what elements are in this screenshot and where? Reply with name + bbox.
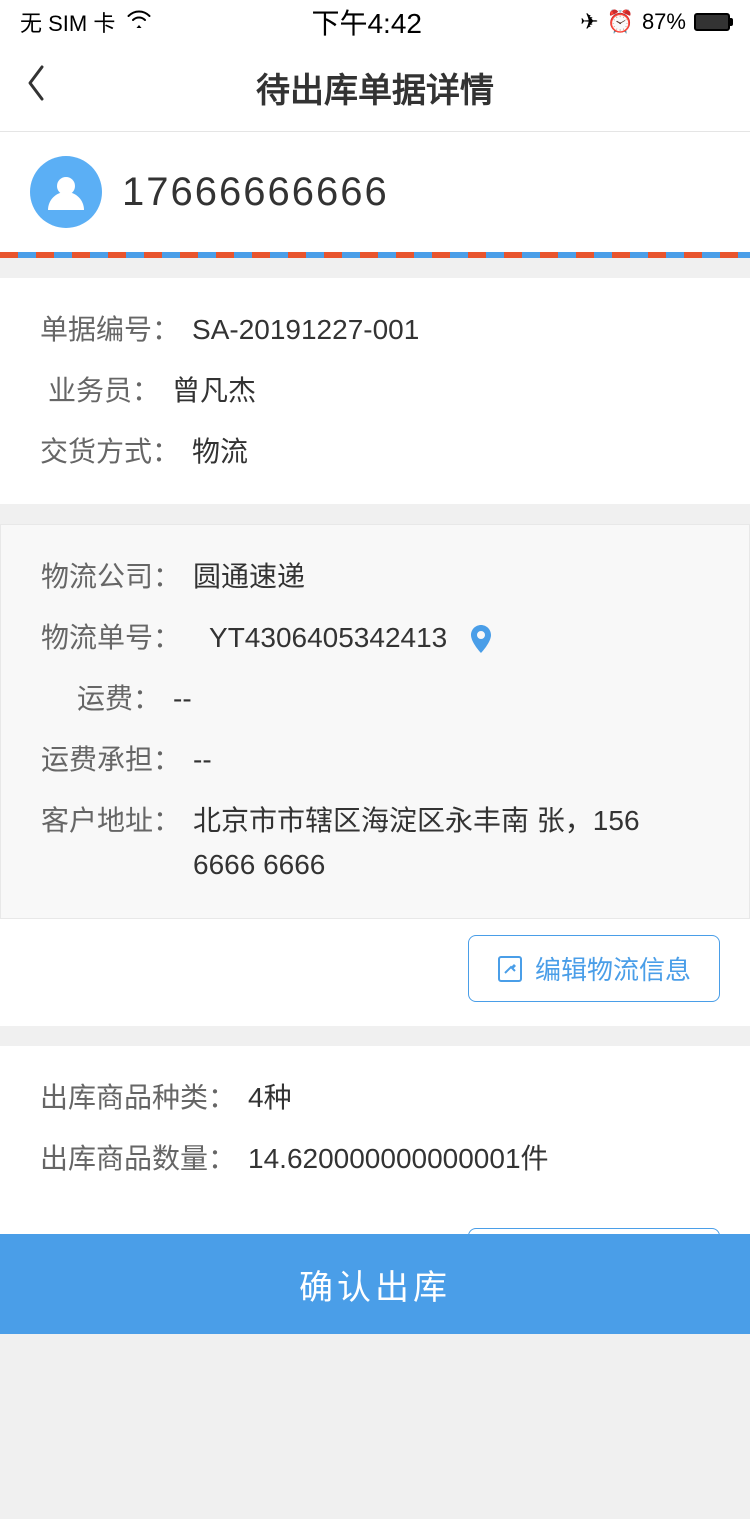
goods-types-row: 出库商品种类： 4种 bbox=[40, 1076, 710, 1121]
dashed-divider bbox=[0, 252, 750, 258]
status-left: 无 SIM 卡 bbox=[20, 6, 153, 38]
address-value: 北京市市辖区海淀区永丰南 张，156 6666 6666 bbox=[193, 799, 709, 889]
status-time: 下午4:42 bbox=[311, 2, 422, 42]
freight-bearer-label: 运费承担： bbox=[41, 738, 181, 783]
nav-bar: 待出库单据详情 bbox=[0, 44, 750, 132]
freight-label: 运费： bbox=[41, 677, 161, 722]
bottom-space bbox=[0, 1319, 750, 1519]
goods-quantity-row: 出库商品数量： 14.620000000000001件 bbox=[40, 1137, 710, 1182]
address-row: 客户地址： 北京市市辖区海淀区永丰南 张，156 6666 6666 bbox=[41, 799, 709, 889]
salesman-value: 曾凡杰 bbox=[172, 369, 710, 414]
section-separator bbox=[0, 1026, 750, 1046]
delivery-row: 交货方式： 物流 bbox=[40, 430, 710, 475]
document-number-value: SA-20191227-001 bbox=[192, 308, 710, 353]
location-status-icon: ✈ bbox=[580, 9, 598, 35]
goods-quantity-value: 14.620000000000001件 bbox=[248, 1137, 710, 1182]
delivery-value: 物流 bbox=[192, 430, 710, 475]
goods-quantity-label: 出库商品数量： bbox=[40, 1137, 236, 1182]
tracking-number-value: YT4306405342413 bbox=[209, 616, 447, 661]
logistics-company-value: 圆通速递 bbox=[193, 555, 709, 600]
goods-types-value: 4种 bbox=[248, 1076, 710, 1121]
confirm-button[interactable]: 确认出库 bbox=[0, 1234, 750, 1334]
status-right: ✈ ⏰ 87% bbox=[580, 9, 730, 35]
freight-bearer-row: 运费承担： -- bbox=[41, 738, 709, 783]
freight-bearer-value: -- bbox=[193, 738, 709, 783]
salesman-label: 业务员： bbox=[40, 369, 160, 414]
goods-card: 出库商品种类： 4种 出库商品数量： 14.620000000000001件 bbox=[0, 1046, 750, 1212]
user-section: 17666666666 bbox=[0, 132, 750, 252]
page-title: 待出库单据详情 bbox=[256, 63, 494, 112]
wifi-icon bbox=[125, 9, 153, 35]
document-number-label: 单据编号： bbox=[40, 308, 180, 353]
carrier-text: 无 SIM 卡 bbox=[20, 6, 115, 38]
goods-types-label: 出库商品种类： bbox=[40, 1076, 236, 1121]
location-icon[interactable] bbox=[463, 621, 499, 657]
status-bar: 无 SIM 卡 下午4:42 ✈ ⏰ 87% bbox=[0, 0, 750, 44]
alarm-icon: ⏰ bbox=[607, 9, 634, 35]
avatar bbox=[30, 156, 102, 228]
logistics-company-label: 物流公司： bbox=[41, 555, 181, 600]
freight-row: 运费： -- bbox=[41, 677, 709, 722]
document-number-row: 单据编号： SA-20191227-001 bbox=[40, 308, 710, 353]
edit-logistics-label: 编辑物流信息 bbox=[535, 950, 691, 987]
salesman-row: 业务员： 曾凡杰 bbox=[40, 369, 710, 414]
user-phone: 17666666666 bbox=[122, 170, 389, 215]
edit-logistics-button[interactable]: 编辑物流信息 bbox=[468, 935, 720, 1002]
battery-text: 87% bbox=[642, 9, 686, 35]
tracking-label: 物流单号： bbox=[41, 616, 181, 661]
back-button[interactable] bbox=[24, 63, 48, 112]
delivery-label: 交货方式： bbox=[40, 430, 180, 475]
document-info-card: 单据编号： SA-20191227-001 业务员： 曾凡杰 交货方式： 物流 bbox=[0, 278, 750, 504]
freight-value: -- bbox=[173, 677, 709, 722]
confirm-button-label: 确认出库 bbox=[299, 1260, 451, 1309]
battery-icon bbox=[694, 13, 730, 31]
address-label: 客户地址： bbox=[41, 799, 181, 844]
tracking-row: 物流单号： YT4306405342413 bbox=[41, 616, 709, 661]
logistics-company-row: 物流公司： 圆通速递 bbox=[41, 555, 709, 600]
logistics-card: 物流公司： 圆通速递 物流单号： YT4306405342413 运费： -- … bbox=[0, 524, 750, 919]
edit-btn-container: 编辑物流信息 bbox=[0, 919, 750, 1026]
